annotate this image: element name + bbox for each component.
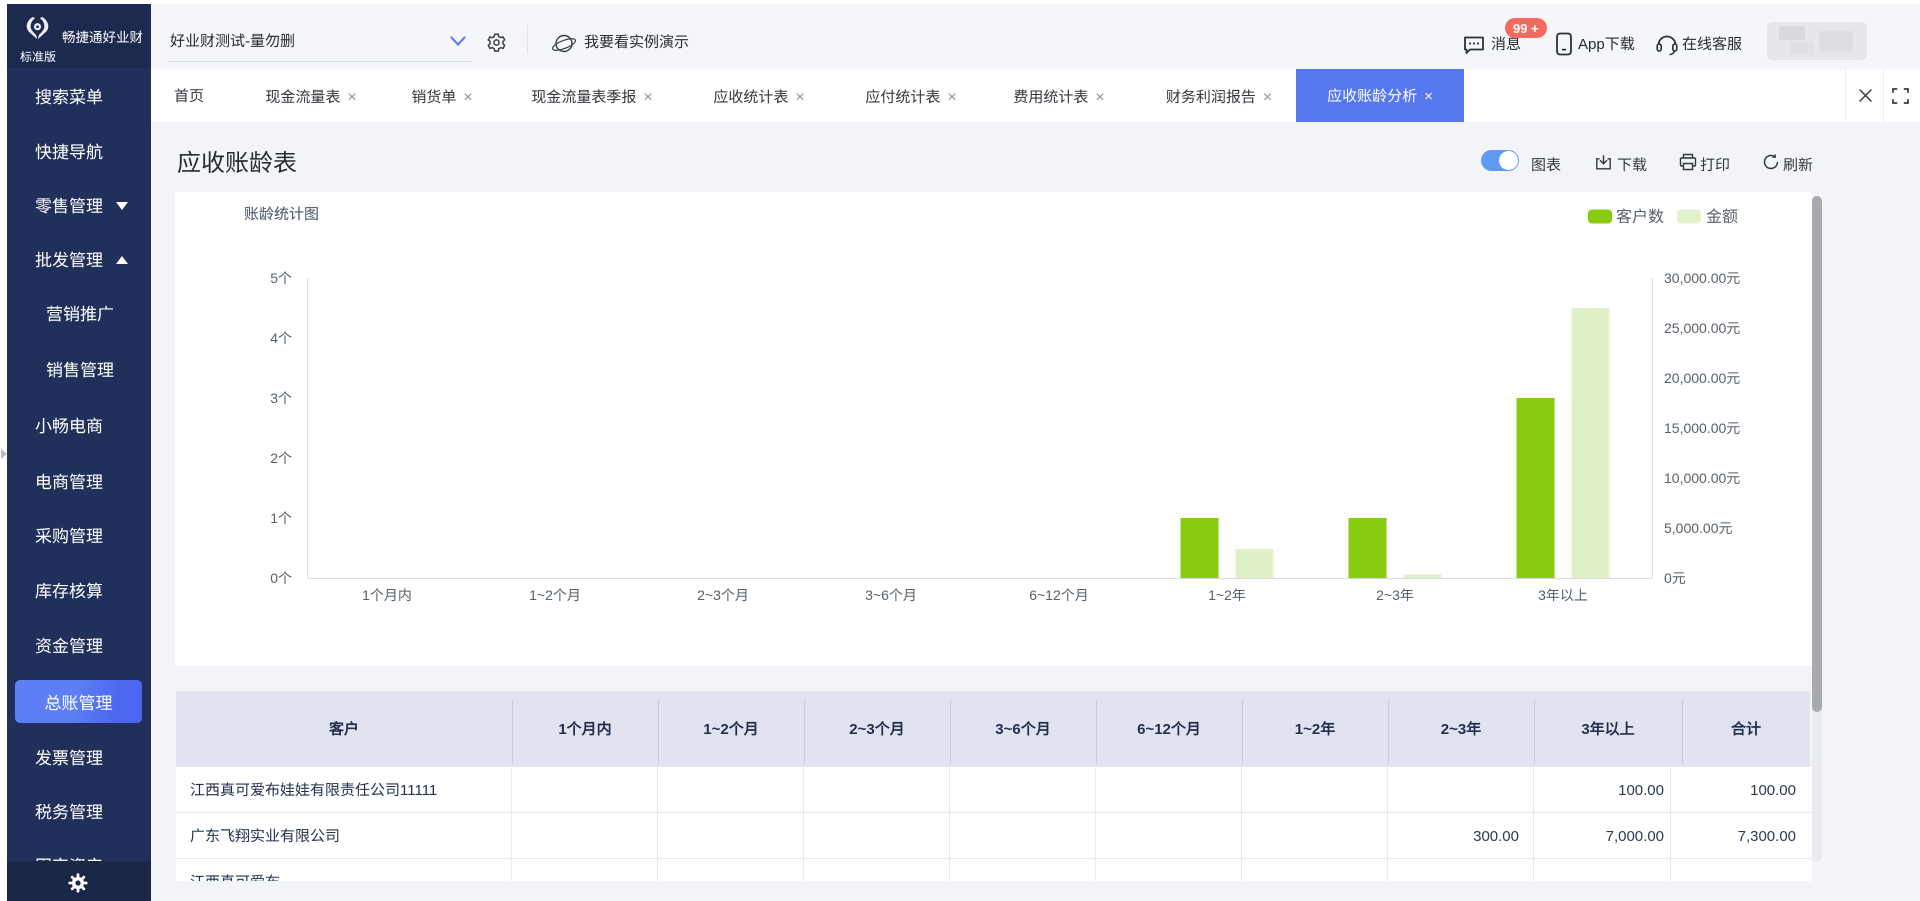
svg-text:5个: 5个 xyxy=(270,268,292,288)
svg-text:账龄统计图: 账龄统计图 xyxy=(244,203,319,224)
svg-text:15,000.00元: 15,000.00元 xyxy=(1664,418,1740,438)
svg-text:0个: 0个 xyxy=(270,568,292,588)
svg-text:2~3年: 2~3年 xyxy=(1376,585,1414,605)
svg-text:3年以上: 3年以上 xyxy=(1538,585,1588,605)
svg-text:1~2年: 1~2年 xyxy=(1208,585,1246,605)
svg-text:金额: 金额 xyxy=(1706,203,1738,227)
svg-text:1~2个月: 1~2个月 xyxy=(529,585,581,605)
svg-text:客户数: 客户数 xyxy=(1616,203,1664,227)
svg-text:4个: 4个 xyxy=(270,328,292,348)
svg-text:6~12个月: 6~12个月 xyxy=(1029,585,1089,605)
svg-text:1个月内: 1个月内 xyxy=(362,585,412,605)
svg-text:3个: 3个 xyxy=(270,388,292,408)
svg-text:20,000.00元: 20,000.00元 xyxy=(1664,368,1740,388)
svg-text:2~3个月: 2~3个月 xyxy=(697,585,749,605)
svg-text:0元: 0元 xyxy=(1664,568,1686,588)
svg-text:2个: 2个 xyxy=(270,448,292,468)
svg-text:3~6个月: 3~6个月 xyxy=(865,585,917,605)
svg-text:5,000.00元: 5,000.00元 xyxy=(1664,518,1733,538)
svg-text:1个: 1个 xyxy=(270,508,292,528)
svg-text:25,000.00元: 25,000.00元 xyxy=(1664,318,1740,338)
svg-text:30,000.00元: 30,000.00元 xyxy=(1664,268,1740,288)
svg-text:10,000.00元: 10,000.00元 xyxy=(1664,468,1740,488)
